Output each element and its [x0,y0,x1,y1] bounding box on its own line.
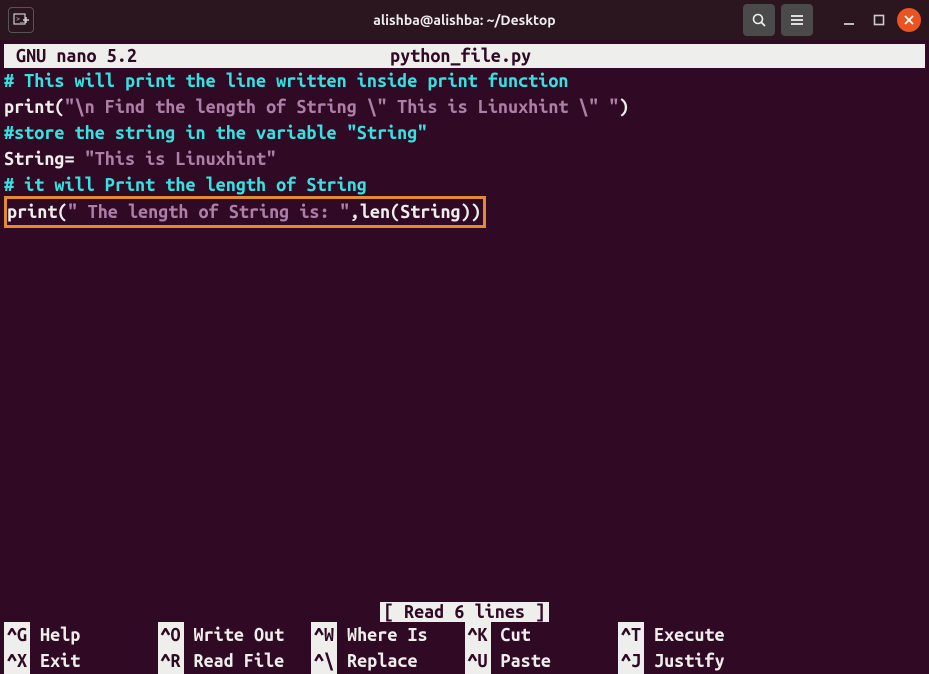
window-titlebar: >_ alishba@alishba: ~/Desktop [0,0,929,40]
code-comment: # it will Print the length of String [4,175,367,195]
shortcut-whereis: ^WWhere Is [311,622,465,648]
code-text: print( [4,97,64,117]
minimize-button[interactable] [837,8,861,32]
close-icon [904,15,914,25]
shortcut-key: ^K [465,622,491,648]
shortcut-label: Replace [337,648,418,674]
shortcut-key: ^X [4,648,30,674]
shortcut-help: ^GHelp [4,622,158,648]
nano-app-label: GNU nano 5.2 [4,44,137,68]
shortcut-label: Execute [644,622,725,648]
shortcut-writeout: ^OWrite Out [158,622,312,648]
shortcut-key: ^O [158,622,184,648]
shortcut-label: Exit [30,648,80,674]
shortcut-paste: ^UPaste [465,648,619,674]
highlighted-line: print(" The length of String is: ",len(S… [4,196,486,228]
nano-filename: python_file.py [390,44,531,68]
shortcut-cut: ^KCut [465,622,619,648]
hamburger-icon [789,12,805,28]
nano-status-line: [ Read 6 lines ] [0,602,929,622]
minimize-icon [843,14,855,26]
code-text: ,len(String)) [350,202,481,222]
search-icon [751,12,767,28]
code-string: "This is Linuxhint" [85,149,277,169]
code-comment: # This will print the line written insid… [4,71,568,91]
code-text: String= [4,149,85,169]
close-button[interactable] [897,8,921,32]
shortcut-label: Write Out [184,622,285,648]
maximize-button[interactable] [867,8,891,32]
shortcut-label: Justify [644,648,725,674]
shortcut-replace: ^\Replace [311,648,465,674]
nano-status-text: [ Read 6 lines ] [380,602,549,622]
shortcut-execute: ^TExecute [618,622,772,648]
search-button[interactable] [743,4,775,36]
code-string: " The length of String is: " [67,202,349,222]
menu-button[interactable] [781,4,813,36]
nano-shortcuts: ^GHelp ^OWrite Out ^WWhere Is ^KCut ^TEx… [4,622,925,674]
code-text: print( [7,202,67,222]
editor-content[interactable]: # This will print the line written insid… [4,68,925,228]
shortcut-key: ^J [618,648,644,674]
code-text: ) [619,97,629,117]
terminal-area[interactable]: GNU nano 5.2 python_file.py # This will … [0,40,929,674]
code-string: "\n Find the length of String \" This is… [64,97,618,117]
shortcut-label: Paste [491,648,551,674]
shortcut-label: Where Is [337,622,428,648]
nano-titlebar: GNU nano 5.2 python_file.py [4,44,925,68]
shortcut-key: ^\ [311,648,337,674]
shortcut-key: ^G [4,622,30,648]
shortcut-label: Cut [491,622,531,648]
shortcut-key: ^U [465,648,491,674]
new-tab-button[interactable]: >_ [8,7,34,33]
shortcut-label: Read File [184,648,285,674]
shortcut-readfile: ^RRead File [158,648,312,674]
shortcut-key: ^W [311,622,337,648]
code-comment: #store the string in the variable "Strin… [4,123,427,143]
shortcut-exit: ^XExit [4,648,158,674]
shortcut-key: ^T [618,622,644,648]
maximize-icon [873,14,885,26]
terminal-plus-icon: >_ [13,12,29,28]
window-title: alishba@alishba: ~/Desktop [373,12,555,28]
shortcut-label: Help [30,622,80,648]
shortcut-justify: ^JJustify [618,648,772,674]
svg-text:>_: >_ [16,15,24,23]
shortcut-key: ^R [158,648,184,674]
